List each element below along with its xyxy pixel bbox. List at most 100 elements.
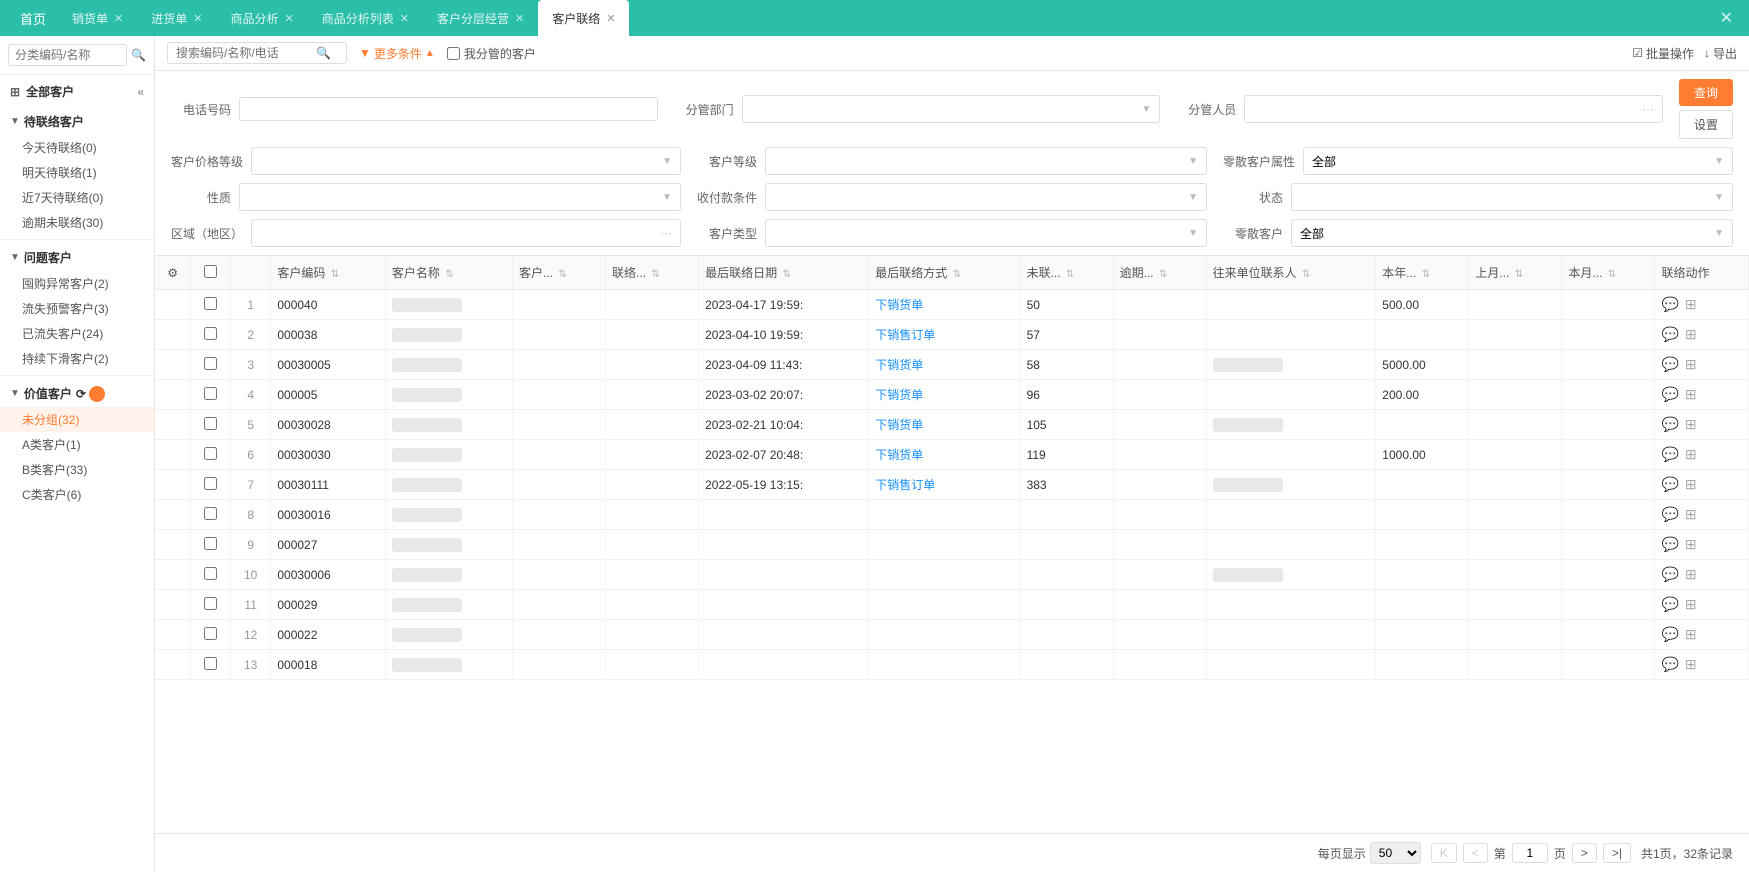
- chat-icon[interactable]: 💬: [1661, 446, 1678, 463]
- tab-close-contact[interactable]: ✕: [606, 12, 615, 25]
- page-input[interactable]: [1512, 843, 1548, 863]
- sidebar-item-c-class[interactable]: C类客户(6): [0, 482, 154, 507]
- th-contact[interactable]: 联络... ⇅: [606, 256, 699, 290]
- customer-type-select[interactable]: ▼: [765, 219, 1207, 247]
- retail-attr-select[interactable]: 全部 ▼: [1303, 147, 1733, 175]
- contact-method-link[interactable]: 下销货单: [875, 298, 923, 312]
- row-last-contact-method[interactable]: [869, 620, 1020, 650]
- grid-action-icon[interactable]: ⊞: [1685, 626, 1697, 643]
- sidebar-collapse-icon[interactable]: «: [137, 85, 144, 99]
- row-last-contact-method[interactable]: [869, 590, 1020, 620]
- filter-search-icon[interactable]: 🔍: [316, 46, 331, 60]
- region-dots[interactable]: ···: [660, 226, 672, 240]
- chat-icon[interactable]: 💬: [1661, 386, 1678, 403]
- row-checkbox-cell[interactable]: [191, 620, 231, 650]
- contact-method-link[interactable]: 下销货单: [875, 358, 923, 372]
- tab-close-purchase[interactable]: ✕: [193, 12, 202, 25]
- tab-product-analysis[interactable]: 商品分析 ✕: [216, 0, 307, 36]
- grid-action-icon[interactable]: ⊞: [1685, 476, 1697, 493]
- phone-input[interactable]: [239, 97, 658, 121]
- contact-method-link[interactable]: 下销货单: [875, 448, 923, 462]
- row-checkbox[interactable]: [204, 357, 217, 370]
- sidebar-group-pending[interactable]: ▼ 待联络客户: [0, 108, 154, 135]
- chat-icon[interactable]: 💬: [1661, 536, 1678, 553]
- row-checkbox[interactable]: [204, 327, 217, 340]
- sidebar-item-a-class[interactable]: A类客户(1): [0, 432, 154, 457]
- status-select[interactable]: ▼: [1291, 183, 1733, 211]
- row-checkbox-cell[interactable]: [191, 320, 231, 350]
- last-page-button[interactable]: >|: [1603, 843, 1631, 863]
- grid-action-icon[interactable]: ⊞: [1685, 386, 1697, 403]
- contact-method-link[interactable]: 下销货单: [875, 418, 923, 432]
- row-checkbox[interactable]: [204, 297, 217, 310]
- prev-page-button[interactable]: <: [1463, 843, 1488, 863]
- row-last-contact-method[interactable]: 下销货单: [869, 350, 1020, 380]
- chat-icon[interactable]: 💬: [1661, 596, 1678, 613]
- row-checkbox[interactable]: [204, 537, 217, 550]
- chat-icon[interactable]: 💬: [1661, 626, 1678, 643]
- price-level-select[interactable]: ▼: [251, 147, 681, 175]
- row-checkbox-cell[interactable]: [191, 470, 231, 500]
- th-this-year[interactable]: 本年... ⇅: [1376, 256, 1469, 290]
- row-checkbox[interactable]: [204, 417, 217, 430]
- filter-search-input[interactable]: [176, 46, 316, 60]
- reset-button[interactable]: 设置: [1679, 110, 1733, 139]
- row-checkbox-cell[interactable]: [191, 350, 231, 380]
- row-checkbox-cell[interactable]: [191, 560, 231, 590]
- sidebar-group-value[interactable]: ▼ 价值客户 ⟳: [0, 380, 154, 407]
- chat-icon[interactable]: 💬: [1661, 356, 1678, 373]
- tab-sales-order[interactable]: 销货单 ✕: [58, 0, 137, 36]
- grid-action-icon[interactable]: ⊞: [1685, 656, 1697, 673]
- row-checkbox[interactable]: [204, 597, 217, 610]
- row-checkbox-cell[interactable]: [191, 410, 231, 440]
- sidebar-all-customers[interactable]: ⊞ 全部客户 «: [0, 75, 154, 108]
- contact-method-link[interactable]: 下销售订单: [875, 478, 935, 492]
- row-checkbox[interactable]: [204, 567, 217, 580]
- th-this-month[interactable]: 本月... ⇅: [1562, 256, 1655, 290]
- sidebar-item-b-class[interactable]: B类客户(33): [0, 457, 154, 482]
- sidebar-item-lost[interactable]: 已流失客户(24): [0, 321, 154, 346]
- filter-more-button[interactable]: ▼ 更多条件 ▲: [359, 45, 435, 62]
- th-not-contacted[interactable]: 未联... ⇅: [1020, 256, 1113, 290]
- tab-customer-segment[interactable]: 客户分层经营 ✕: [423, 0, 538, 36]
- per-page-select[interactable]: 50 20 100: [1370, 842, 1421, 864]
- chat-icon[interactable]: 💬: [1661, 566, 1678, 583]
- sidebar-item-today[interactable]: 今天待联络(0): [0, 135, 154, 160]
- payment-select[interactable]: ▼: [765, 183, 1207, 211]
- sidebar-item-7days[interactable]: 近7天待联络(0): [0, 185, 154, 210]
- chat-icon[interactable]: 💬: [1661, 506, 1678, 523]
- sidebar-item-ungroup[interactable]: 未分组(32): [0, 407, 154, 432]
- retail-customer-select[interactable]: 全部 ▼: [1291, 219, 1733, 247]
- sidebar-search-input[interactable]: [8, 44, 127, 66]
- row-checkbox[interactable]: [204, 387, 217, 400]
- region-select[interactable]: ···: [251, 219, 681, 247]
- grid-action-icon[interactable]: ⊞: [1685, 536, 1697, 553]
- batch-operation-button[interactable]: ☑ 批量操作: [1632, 45, 1694, 62]
- chat-icon[interactable]: 💬: [1661, 416, 1678, 433]
- tab-close-analysis-list[interactable]: ✕: [400, 12, 409, 25]
- first-page-button[interactable]: K: [1431, 843, 1457, 863]
- row-checkbox-cell[interactable]: [191, 590, 231, 620]
- sidebar-item-tomorrow[interactable]: 明天待联络(1): [0, 160, 154, 185]
- row-last-contact-method[interactable]: 下销售订单: [869, 320, 1020, 350]
- filter-my-customers[interactable]: 我分管的客户: [447, 45, 536, 62]
- row-checkbox-cell[interactable]: [191, 290, 231, 320]
- th-settings[interactable]: ⚙: [155, 256, 191, 290]
- select-all-checkbox[interactable]: [204, 265, 217, 278]
- chat-icon[interactable]: 💬: [1661, 296, 1678, 313]
- row-last-contact-method[interactable]: [869, 530, 1020, 560]
- tab-close-analysis[interactable]: ✕: [285, 12, 294, 25]
- contact-method-link[interactable]: 下销货单: [875, 388, 923, 402]
- row-last-contact-method[interactable]: 下销售订单: [869, 470, 1020, 500]
- tab-product-analysis-list[interactable]: 商品分析列表 ✕: [308, 0, 423, 36]
- grid-action-icon[interactable]: ⊞: [1685, 506, 1697, 523]
- sidebar-group-problem[interactable]: ▼ 问题客户: [0, 244, 154, 271]
- row-checkbox[interactable]: [204, 507, 217, 520]
- tab-close-segment[interactable]: ✕: [515, 12, 524, 25]
- export-button[interactable]: ↓ 导出: [1704, 45, 1737, 62]
- chat-icon[interactable]: 💬: [1661, 656, 1678, 673]
- th-unit-contact[interactable]: 往来单位联系人 ⇅: [1206, 256, 1376, 290]
- grid-action-icon[interactable]: ⊞: [1685, 596, 1697, 613]
- chat-icon[interactable]: 💬: [1661, 326, 1678, 343]
- th-last-contact-method[interactable]: 最后联络方式 ⇅: [869, 256, 1020, 290]
